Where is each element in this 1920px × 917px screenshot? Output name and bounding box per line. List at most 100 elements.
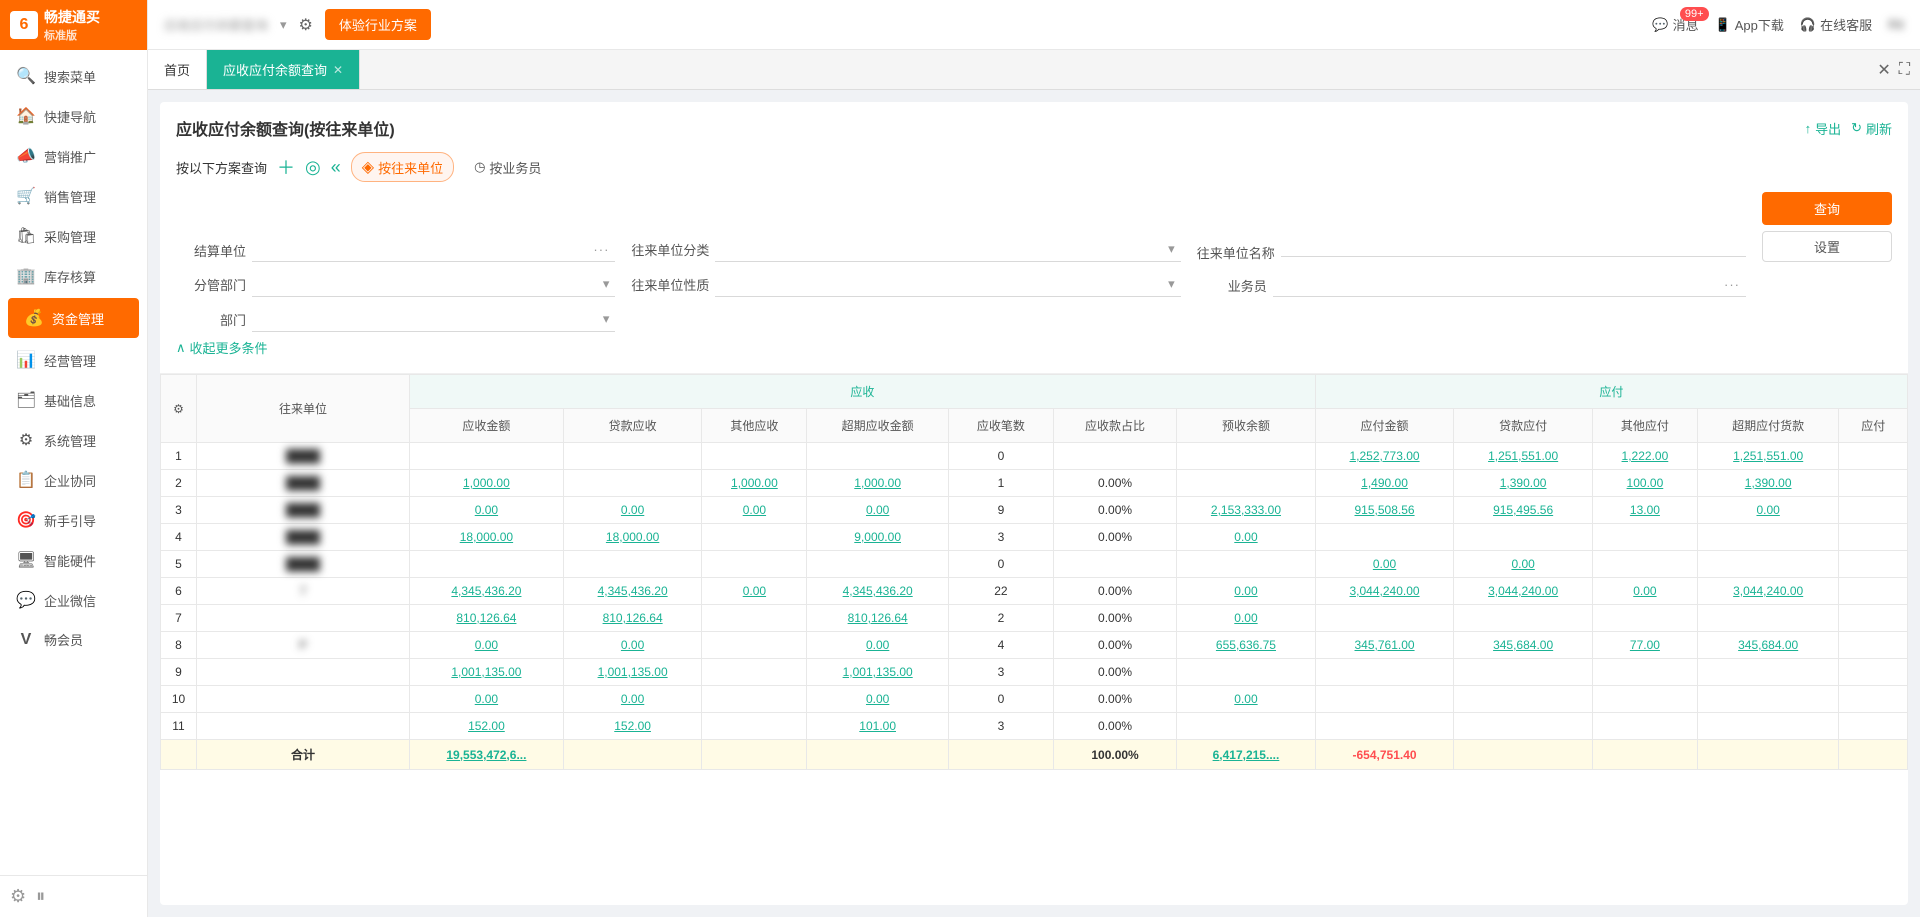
total-ar-amount[interactable]: 19,553,472,6... [410, 740, 564, 770]
footer-collapse-icon[interactable]: ⏸ [36, 886, 45, 907]
cell-ar_loan[interactable]: 0.00 [563, 497, 702, 524]
cell-ar_overdue[interactable]: 1,001,135.00 [807, 659, 949, 686]
cell-ar_amount[interactable]: 0.00 [410, 497, 564, 524]
cell-ar_overdue[interactable]: 101.00 [807, 713, 949, 740]
cell-ap_loan[interactable]: 3,044,240.00 [1454, 578, 1593, 605]
add-scheme-icon[interactable]: ＋ [277, 154, 295, 180]
cell-ap_loan[interactable]: 1,251,551.00 [1454, 443, 1593, 470]
cell-ar_prepay[interactable]: 0.00 [1177, 605, 1316, 632]
cell-ar_prepay[interactable]: 0.00 [1177, 578, 1316, 605]
cell-ar_prepay[interactable]: 2,153,333.00 [1177, 497, 1316, 524]
cell-ar_amount[interactable]: 4,345,436.20 [410, 578, 564, 605]
header-app-download[interactable]: 📱 App下载 [1715, 15, 1784, 34]
sidebar-item-member[interactable]: V 畅会员 [0, 620, 147, 659]
sidebar-item-inventory[interactable]: 🏢 库存核算 [0, 256, 147, 296]
total-ar-prepay[interactable]: 6,417,215.... [1177, 740, 1316, 770]
cell-ar_amount[interactable]: 18,000.00 [410, 524, 564, 551]
cell-ar_overdue[interactable]: 0.00 [807, 497, 949, 524]
cell-ar_amount[interactable]: 1,000.00 [410, 470, 564, 497]
sidebar-item-finance[interactable]: 💰 资金管理 [8, 298, 139, 338]
refresh-button[interactable]: ↻ 刷新 [1851, 119, 1892, 138]
tab-close-icon[interactable]: ✕ [333, 63, 343, 77]
cell-ar_loan[interactable]: 152.00 [563, 713, 702, 740]
sidebar-item-search[interactable]: 🔍 搜索菜单 [0, 56, 147, 96]
cell-ap_loan[interactable]: 345,684.00 [1454, 632, 1593, 659]
cell-ar_loan[interactable]: 4,345,436.20 [563, 578, 702, 605]
cell-ar_loan[interactable]: 18,000.00 [563, 524, 702, 551]
cell-ar_loan[interactable]: 1,001,135.00 [563, 659, 702, 686]
tab-arbalance[interactable]: 应收应付余额查询 ✕ [207, 50, 360, 89]
cell-ap_other[interactable]: 77.00 [1592, 632, 1697, 659]
cell-ap_amount[interactable]: 0.00 [1315, 551, 1454, 578]
cell-ap_amount[interactable]: 1,252,773.00 [1315, 443, 1454, 470]
sidebar-item-purchase[interactable]: 🛍 采购管理 [0, 216, 147, 256]
scheme-by-partner[interactable]: ◈ 按往来单位 [351, 152, 454, 182]
cell-ap_other[interactable]: 0.00 [1592, 578, 1697, 605]
cell-ap_amount[interactable]: 915,508.56 [1315, 497, 1454, 524]
cell-ar_amount[interactable]: 0.00 [410, 686, 564, 713]
sidebar-item-system[interactable]: ⚙ 系统管理 [0, 420, 147, 460]
header-msg[interactable]: 💬 消息 99+ [1652, 15, 1698, 34]
header-dropdown-icon[interactable]: ▾ [280, 17, 287, 33]
cell-ar_other[interactable]: 1,000.00 [702, 470, 807, 497]
table-settings-icon[interactable]: ⚙ [173, 402, 184, 416]
cell-ar_other[interactable]: 0.00 [702, 497, 807, 524]
cell-ar_amount[interactable]: 0.00 [410, 632, 564, 659]
sidebar-item-basic[interactable]: 🗂 基础信息 [0, 380, 147, 420]
cell-ap_other[interactable]: 13.00 [1592, 497, 1697, 524]
footer-settings-icon[interactable]: ⚙ [10, 886, 26, 907]
cell-ar_overdue[interactable]: 810,126.64 [807, 605, 949, 632]
sidebar-item-wechat[interactable]: 💬 企业微信 [0, 580, 147, 620]
cell-ar_loan[interactable]: 810,126.64 [563, 605, 702, 632]
scheme-by-salesman[interactable]: ◷ 按业务员 [464, 154, 551, 181]
sidebar-item-quick[interactable]: 🏠 快捷导航 [0, 96, 147, 136]
cell-ar_loan[interactable]: 0.00 [563, 686, 702, 713]
cell-ap_loan[interactable]: 1,390.00 [1454, 470, 1593, 497]
cell-ap_amount[interactable]: 345,761.00 [1315, 632, 1454, 659]
cell-ar_overdue[interactable]: 0.00 [807, 686, 949, 713]
cell-ap_overdue[interactable]: 345,684.00 [1697, 632, 1839, 659]
cell-ap_amount[interactable]: 1,490.00 [1315, 470, 1454, 497]
promo-button[interactable]: 体验行业方案 [325, 9, 431, 40]
setting-button[interactable]: 设置 [1762, 231, 1892, 262]
sidebar-item-guide[interactable]: 🎯 新手引导 [0, 500, 147, 540]
query-button[interactable]: 查询 [1762, 192, 1892, 225]
header-user[interactable]: Rit [1888, 17, 1904, 32]
header-gear-icon[interactable]: ⚙ [299, 15, 313, 35]
salesman-dots[interactable]: ··· [1724, 277, 1740, 292]
cell-ar_prepay[interactable]: 0.00 [1177, 524, 1316, 551]
sidebar-item-hardware[interactable]: 🖥 智能硬件 [0, 540, 147, 580]
cell-ap_overdue[interactable]: 0.00 [1697, 497, 1839, 524]
cell-ar_amount[interactable]: 810,126.64 [410, 605, 564, 632]
cell-ar_amount[interactable]: 152.00 [410, 713, 564, 740]
collapse-scheme-icon[interactable]: « [331, 157, 341, 178]
edit-scheme-icon[interactable]: ◎ [305, 157, 321, 178]
tab-fullscreen-icon[interactable]: ⛶ [1899, 61, 1910, 79]
sidebar-item-marketing[interactable]: 📣 营销推广 [0, 136, 147, 176]
tab-close-window-icon[interactable]: ✕ [1877, 60, 1890, 80]
cell-ap_loan[interactable]: 0.00 [1454, 551, 1593, 578]
cell-ar_overdue[interactable]: 4,345,436.20 [807, 578, 949, 605]
cell-ap_overdue[interactable]: 1,390.00 [1697, 470, 1839, 497]
collapse-more-btn[interactable]: ∧ 收起更多条件 [176, 338, 1892, 357]
cell-ar_overdue[interactable]: 1,000.00 [807, 470, 949, 497]
sidebar-item-corp[interactable]: 📋 企业协同 [0, 460, 147, 500]
cell-ap_loan[interactable]: 915,495.56 [1454, 497, 1593, 524]
cell-ap_overdue[interactable]: 1,251,551.00 [1697, 443, 1839, 470]
settlement-unit-dots[interactable]: ··· [593, 242, 609, 257]
cell-ar_other[interactable]: 0.00 [702, 578, 807, 605]
export-button[interactable]: ↑ 导出 [1805, 119, 1842, 138]
cell-ar_loan[interactable]: 0.00 [563, 632, 702, 659]
cell-ar_prepay[interactable]: 655,636.75 [1177, 632, 1316, 659]
cell-ap_amount[interactable]: 3,044,240.00 [1315, 578, 1454, 605]
tab-home[interactable]: 首页 [148, 50, 207, 89]
cell-ap_overdue[interactable]: 3,044,240.00 [1697, 578, 1839, 605]
sidebar-item-sales[interactable]: 🛒 销售管理 [0, 176, 147, 216]
table-settings-cell[interactable]: ⚙ [161, 375, 197, 443]
sidebar-item-operation[interactable]: 📊 经营管理 [0, 340, 147, 380]
cell-ar_amount[interactable]: 1,001,135.00 [410, 659, 564, 686]
header-online-service[interactable]: 🎧 在线客服 [1800, 15, 1872, 34]
cell-ar_overdue[interactable]: 9,000.00 [807, 524, 949, 551]
cell-ar_overdue[interactable]: 0.00 [807, 632, 949, 659]
cell-ar_prepay[interactable]: 0.00 [1177, 686, 1316, 713]
